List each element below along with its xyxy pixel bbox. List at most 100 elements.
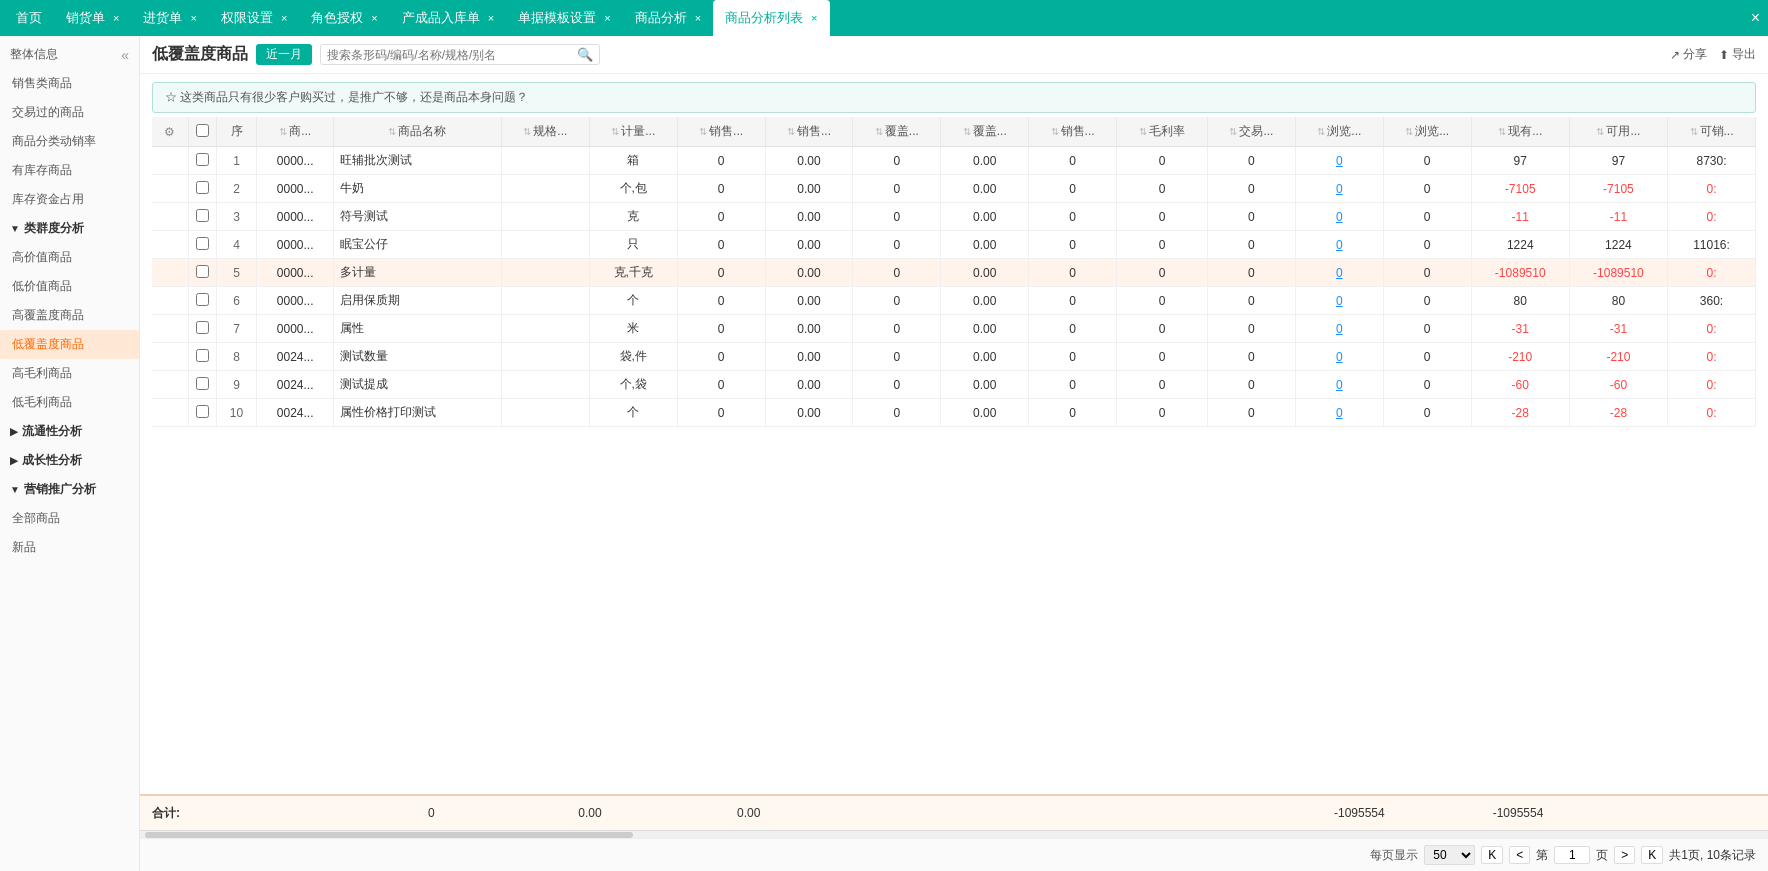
row-settings <box>152 231 188 259</box>
close-icon[interactable]: × <box>695 0 701 36</box>
sidebar-item-all-goods[interactable]: 全部商品 <box>0 504 139 533</box>
sidebar-item-traded-goods[interactable]: 交易过的商品 <box>0 98 139 127</box>
close-icon[interactable]: × <box>281 0 287 36</box>
row-browse2: 0 <box>1383 343 1471 371</box>
select-all-checkbox[interactable] <box>196 124 209 137</box>
col-sellable[interactable]: 可销... <box>1668 117 1756 147</box>
close-icon[interactable]: × <box>488 0 494 36</box>
col-browse1[interactable]: 浏览... <box>1295 117 1383 147</box>
row-checkbox[interactable] <box>188 231 216 259</box>
sidebar-group-marketing[interactable]: ▼ 营销推广分析 <box>0 475 139 504</box>
row-checkbox[interactable] <box>188 399 216 427</box>
row-checkbox[interactable] <box>188 343 216 371</box>
close-icon[interactable]: × <box>604 0 610 36</box>
close-icon[interactable]: × <box>811 0 817 36</box>
col-spec[interactable]: 规格... <box>501 117 589 147</box>
col-cover1[interactable]: 覆盖... <box>853 117 941 147</box>
col-available[interactable]: 可用... <box>1569 117 1667 147</box>
nav-tab-permission[interactable]: 权限设置 × <box>209 0 299 36</box>
row-checkbox[interactable] <box>188 203 216 231</box>
row-checkbox[interactable] <box>188 315 216 343</box>
nav-tab-analysis[interactable]: 商品分析 × <box>623 0 713 36</box>
sidebar-item-low-profit[interactable]: 低毛利商品 <box>0 388 139 417</box>
col-sales-amt[interactable]: 销售... <box>765 117 853 147</box>
row-browse1[interactable]: 0 <box>1295 371 1383 399</box>
sidebar-item-stock-fund[interactable]: 库存资金占用 <box>0 185 139 214</box>
col-unit[interactable]: 计量... <box>589 117 677 147</box>
row-code: 0024... <box>257 343 334 371</box>
row-checkbox[interactable] <box>188 147 216 175</box>
sidebar-item-category-rate[interactable]: 商品分类动销率 <box>0 127 139 156</box>
export-button[interactable]: ⬆ 导出 <box>1719 46 1756 63</box>
prev-page-button[interactable]: < <box>1509 846 1530 864</box>
last-page-button[interactable]: K <box>1641 846 1663 864</box>
col-trade[interactable]: 交易... <box>1208 117 1296 147</box>
nav-tab-sales[interactable]: 销货单 × <box>54 0 131 36</box>
col-name[interactable]: 商品名称 <box>333 117 501 147</box>
search-input[interactable] <box>327 48 577 62</box>
close-icon[interactable]: × <box>190 0 196 36</box>
nav-tab-purchase[interactable]: 进货单 × <box>131 0 208 36</box>
row-browse2: 0 <box>1383 203 1471 231</box>
nav-tab-template[interactable]: 单据模板设置 × <box>506 0 622 36</box>
horizontal-scrollbar-thumb[interactable] <box>145 832 633 838</box>
row-no: 7 <box>216 315 257 343</box>
sidebar-item-low-coverage[interactable]: 低覆盖度商品 <box>0 330 139 359</box>
col-browse2[interactable]: 浏览... <box>1383 117 1471 147</box>
col-code[interactable]: 商... <box>257 117 334 147</box>
sidebar-item-low-value[interactable]: 低价值商品 <box>0 272 139 301</box>
first-page-button[interactable]: K <box>1481 846 1503 864</box>
products-table: ⚙ 序 商... 商品名称 规格... 计量... 销售... 销售... 覆盖… <box>152 117 1756 427</box>
footer-spacer <box>828 806 1280 820</box>
sidebar-item-new-goods[interactable]: 新品 <box>0 533 139 562</box>
close-all-button[interactable]: × <box>1751 9 1760 27</box>
row-browse1[interactable]: 0 <box>1295 231 1383 259</box>
col-settings[interactable]: ⚙ <box>152 117 188 147</box>
sidebar-item-sales-goods[interactable]: 销售类商品 <box>0 69 139 98</box>
sidebar-toggle-button[interactable]: « <box>121 47 129 63</box>
row-gross-rate: 0 <box>1117 399 1208 427</box>
settings-icon[interactable]: ⚙ <box>164 125 175 139</box>
row-checkbox[interactable] <box>188 259 216 287</box>
sidebar-group-marketing-items: 全部商品 新品 <box>0 504 139 562</box>
sidebar-group-flow[interactable]: ▶ 流通性分析 <box>0 417 139 446</box>
row-browse1[interactable]: 0 <box>1295 259 1383 287</box>
sidebar-item-high-profit[interactable]: 高毛利商品 <box>0 359 139 388</box>
nav-tab-role[interactable]: 角色授权 × <box>299 0 389 36</box>
row-trade: 0 <box>1208 287 1296 315</box>
col-current[interactable]: 现有... <box>1471 117 1569 147</box>
col-sales2[interactable]: 销售... <box>1029 117 1117 147</box>
share-button[interactable]: ↗ 分享 <box>1670 46 1707 63</box>
row-checkbox[interactable] <box>188 371 216 399</box>
row-current: -7105 <box>1471 175 1569 203</box>
col-gross-rate[interactable]: 毛利率 <box>1117 117 1208 147</box>
row-browse1[interactable]: 0 <box>1295 315 1383 343</box>
row-browse1[interactable]: 0 <box>1295 399 1383 427</box>
row-browse1[interactable]: 0 <box>1295 343 1383 371</box>
sidebar-group-cluster[interactable]: ▼ 类群度分析 <box>0 214 139 243</box>
nav-tab-home[interactable]: 首页 <box>4 0 54 36</box>
sidebar-item-stocked[interactable]: 有库存商品 <box>0 156 139 185</box>
row-checkbox[interactable] <box>188 287 216 315</box>
nav-tab-product-in[interactable]: 产成品入库单 × <box>390 0 506 36</box>
close-icon[interactable]: × <box>113 0 119 36</box>
per-page-select[interactable]: 50 100 200 <box>1424 845 1475 865</box>
row-sales-amt: 0.00 <box>765 147 853 175</box>
row-gross-rate: 0 <box>1117 231 1208 259</box>
sidebar-item-high-value[interactable]: 高价值商品 <box>0 243 139 272</box>
sidebar-item-high-coverage[interactable]: 高覆盖度商品 <box>0 301 139 330</box>
next-page-button[interactable]: > <box>1614 846 1635 864</box>
page-number-input[interactable] <box>1554 846 1590 864</box>
close-icon[interactable]: × <box>371 0 377 36</box>
row-browse1[interactable]: 0 <box>1295 203 1383 231</box>
nav-tab-analysis-list[interactable]: 商品分析列表 × <box>713 0 829 36</box>
time-filter-button[interactable]: 近一月 <box>256 44 312 65</box>
row-browse1[interactable]: 0 <box>1295 147 1383 175</box>
sidebar-group-growth[interactable]: ▶ 成长性分析 <box>0 446 139 475</box>
row-browse1[interactable]: 0 <box>1295 287 1383 315</box>
col-cover2[interactable]: 覆盖... <box>941 117 1029 147</box>
row-name: 多计量 <box>333 259 501 287</box>
row-browse1[interactable]: 0 <box>1295 175 1383 203</box>
col-sales-qty[interactable]: 销售... <box>677 117 765 147</box>
row-checkbox[interactable] <box>188 175 216 203</box>
